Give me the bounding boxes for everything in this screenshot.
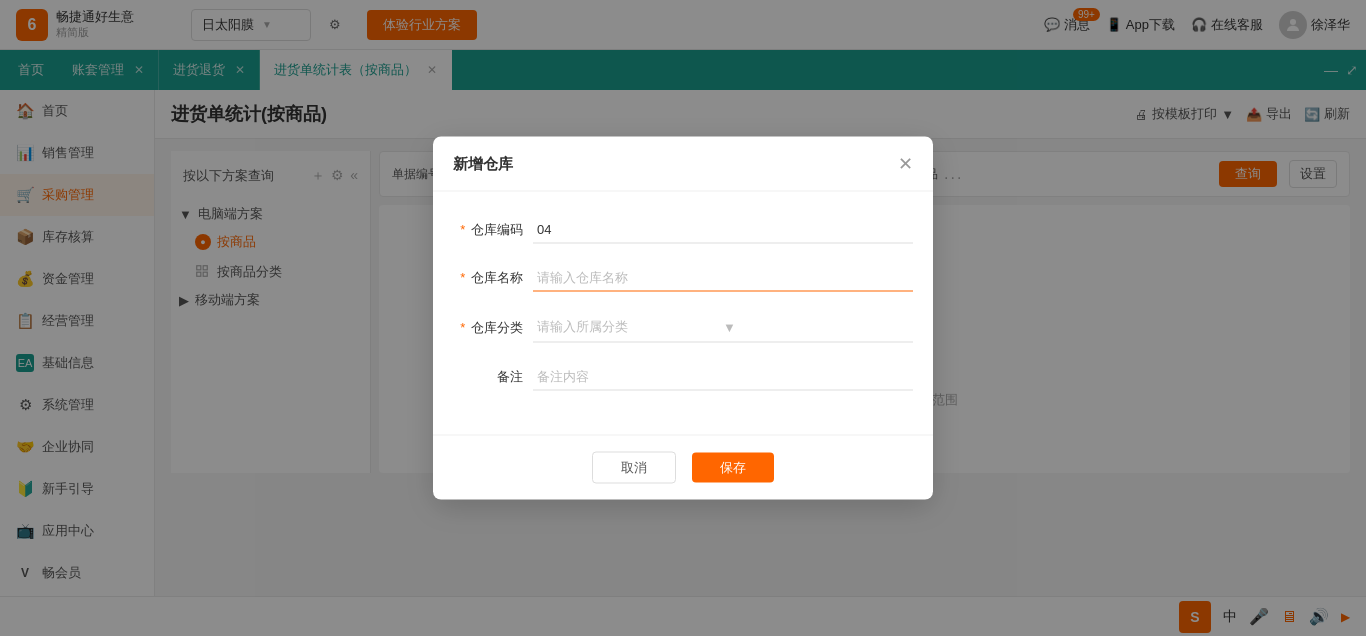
category-arrow-icon: ▼: [723, 319, 909, 334]
cancel-button[interactable]: 取消: [592, 452, 676, 484]
modal-body: * 仓库编码 * 仓库名称 * 仓库分类 请输入所属分类 ▼: [433, 192, 933, 435]
warehouse-name-label: * 仓库名称: [453, 269, 533, 287]
warehouse-name-row: * 仓库名称: [453, 264, 913, 292]
warehouse-category-label: * 仓库分类: [453, 318, 533, 336]
modal-title: 新增仓库: [453, 154, 513, 173]
warehouse-code-row: * 仓库编码: [453, 216, 913, 244]
warehouse-notes-row: 备注: [453, 363, 913, 391]
warehouse-category-row: * 仓库分类 请输入所属分类 ▼: [453, 312, 913, 343]
warehouse-name-input[interactable]: [533, 264, 913, 292]
warehouse-notes-input[interactable]: [533, 363, 913, 391]
modal-header: 新增仓库 ✕: [433, 137, 933, 192]
modal-close-button[interactable]: ✕: [898, 153, 913, 175]
save-button[interactable]: 保存: [692, 453, 774, 483]
warehouse-notes-label: 备注: [453, 368, 533, 386]
warehouse-code-input[interactable]: [533, 216, 913, 244]
add-warehouse-modal: 新增仓库 ✕ * 仓库编码 * 仓库名称 * 仓库分类 请输入: [433, 137, 933, 500]
modal-footer: 取消 保存: [433, 435, 933, 500]
warehouse-category-select[interactable]: 请输入所属分类 ▼: [533, 312, 913, 343]
warehouse-code-label: * 仓库编码: [453, 221, 533, 239]
